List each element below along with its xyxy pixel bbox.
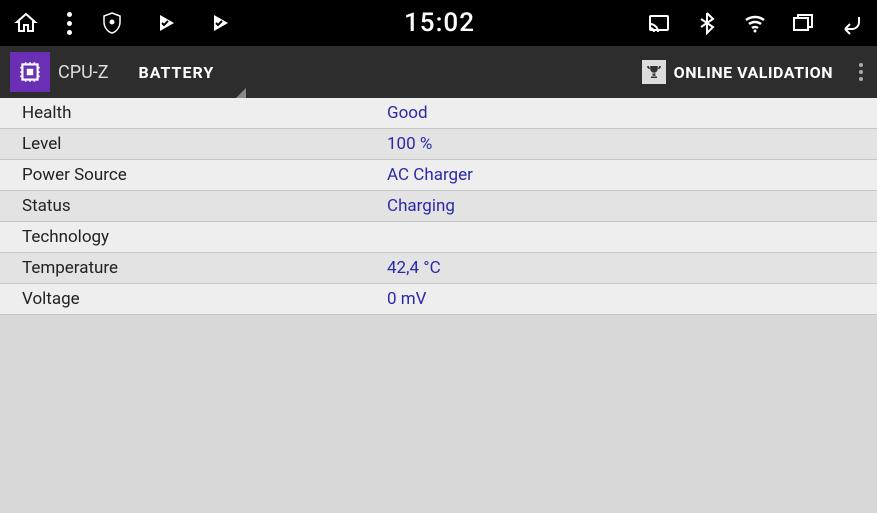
overflow-menu-icon[interactable]: [855, 59, 867, 85]
row-value: 42,4 °C: [387, 258, 441, 278]
row-level: Level 100 %: [0, 129, 877, 160]
home-icon[interactable]: [12, 9, 40, 37]
app-title[interactable]: CPU-Z: [58, 62, 109, 83]
row-temperature: Temperature 42,4 °C: [0, 253, 877, 284]
play-check-icon-2[interactable]: [206, 9, 234, 37]
row-value: 0 mV: [387, 289, 427, 309]
row-status: Status Charging: [0, 191, 877, 222]
row-label: Power Source: [22, 165, 387, 185]
recents-icon[interactable]: [789, 9, 817, 37]
menu-dots-icon[interactable]: [66, 12, 72, 35]
tab-battery[interactable]: BATTERY: [131, 46, 223, 98]
battery-info-list: Health Good Level 100 % Power Source AC …: [0, 98, 877, 315]
online-validation-button[interactable]: ONLINE VALIDATION: [642, 60, 833, 84]
shield-icon[interactable]: [98, 9, 126, 37]
trophy-icon: [642, 60, 666, 84]
play-check-icon[interactable]: [152, 9, 180, 37]
row-value: AC Charger: [387, 165, 473, 185]
android-statusbar: 15:02: [0, 0, 877, 46]
row-power-source: Power Source AC Charger: [0, 160, 877, 191]
app-toolbar: CPU-Z BATTERY ONLINE VALIDATION: [0, 46, 877, 98]
bluetooth-icon[interactable]: [693, 9, 721, 37]
app-logo-icon[interactable]: [10, 52, 50, 92]
tab-dropdown-indicator[interactable]: [236, 88, 246, 98]
row-label: Voltage: [22, 289, 387, 309]
row-label: Status: [22, 196, 387, 216]
row-value: 100 %: [387, 134, 432, 154]
row-label: Temperature: [22, 258, 387, 278]
row-label: Technology: [22, 227, 387, 247]
online-validation-label: ONLINE VALIDATION: [674, 63, 833, 82]
row-health: Health Good: [0, 98, 877, 129]
cast-icon[interactable]: [645, 9, 673, 37]
back-icon[interactable]: [837, 9, 865, 37]
row-value: Charging: [387, 196, 455, 216]
wifi-icon[interactable]: [741, 9, 769, 37]
row-technology: Technology: [0, 222, 877, 253]
statusbar-clock: 15:02: [234, 8, 645, 38]
row-label: Health: [22, 103, 387, 123]
row-label: Level: [22, 134, 387, 154]
row-voltage: Voltage 0 mV: [0, 284, 877, 315]
row-value: Good: [387, 103, 428, 123]
